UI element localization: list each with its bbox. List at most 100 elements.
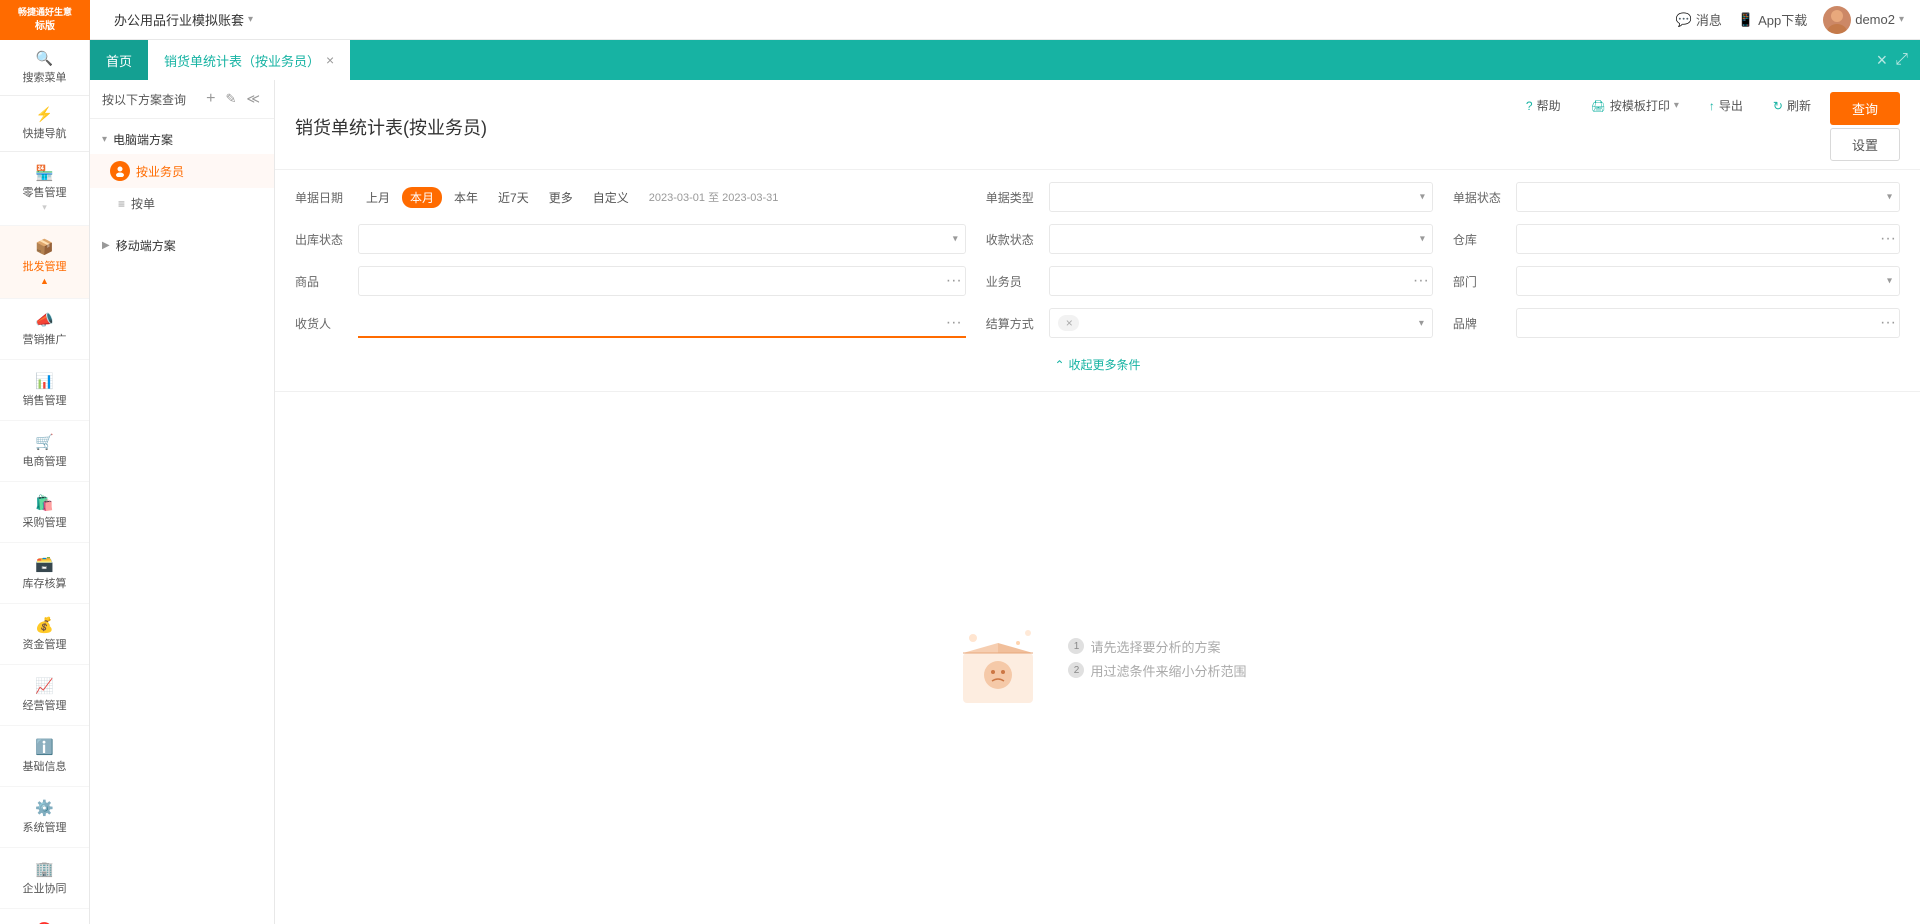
settings-button[interactable]: 设置 — [1830, 128, 1900, 161]
tip-badge-2: 2 — [1068, 662, 1084, 678]
basic-icon: ℹ️ — [35, 738, 54, 756]
staff-input[interactable] — [1049, 266, 1433, 296]
out-status-select[interactable] — [358, 224, 966, 254]
nav-wholesale[interactable]: 📦 批发管理 ▲ — [0, 226, 89, 299]
staff-dot-icon — [110, 161, 130, 181]
doc-status-select[interactable] — [1516, 182, 1900, 212]
date-prev-month[interactable]: 上月 — [358, 186, 398, 209]
filter-doc-type: 单据类型 ▾ — [986, 182, 1433, 212]
filter-date: 单据日期 上月 本月 本年 近7天 更多 自定义 — [295, 186, 966, 209]
scheme-actions: + ✎ ≪ — [204, 88, 262, 110]
date-custom[interactable]: 自定义 — [585, 186, 637, 209]
purchase-icon: 🛍️ — [35, 494, 54, 512]
date-tabs: 上月 本月 本年 近7天 更多 自定义 — [358, 186, 637, 209]
settle-select[interactable] — [1083, 309, 1415, 337]
help-icon: ? — [1526, 99, 1533, 113]
nav-inventory[interactable]: 🗃️ 库存核算 — [0, 543, 89, 604]
scheme-mobile-header[interactable]: ▶ 移动端方案 — [90, 231, 274, 260]
scheme-section-desktop: ▾ 电脑端方案 按业务员 ≡ 按单 — [90, 119, 274, 225]
help-btn[interactable]: ? 帮助 — [1517, 92, 1570, 119]
goods-dots-btn[interactable]: ··· — [946, 273, 962, 289]
empty-state: 1 请先选择要分析的方案 2 用过滤条件来缩小分析范围 — [275, 392, 1920, 924]
quick-nav-icon: ⚡ — [4, 106, 85, 123]
scheme-collapse-btn[interactable]: ≪ — [244, 89, 262, 109]
nav-quick-nav[interactable]: ⚡ 快捷导航 — [0, 96, 89, 152]
app-download-action[interactable]: 📱 App下载 — [1738, 10, 1807, 29]
nav-newbie[interactable]: 🎯 新手引导 — [0, 909, 89, 924]
tab-minimize-icon[interactable]: × — [1877, 50, 1888, 71]
order-icon: ≡ — [118, 197, 125, 211]
date-cur-month[interactable]: 本月 — [402, 187, 442, 208]
out-status-control: ▾ — [358, 224, 966, 254]
tab-home[interactable]: 首页 — [90, 40, 148, 80]
nav-enterprise[interactable]: 🏢 企业协同 — [0, 848, 89, 909]
collapse-icon: ⌃ — [1054, 358, 1064, 372]
filter-row-1: 单据日期 上月 本月 本年 近7天 更多 自定义 — [295, 182, 1900, 212]
nav-retail[interactable]: 🏪 零售管理 ▾ — [0, 152, 89, 226]
dept-select[interactable] — [1516, 266, 1900, 296]
scheme-add-btn[interactable]: + — [204, 88, 217, 110]
date-cur-year[interactable]: 本年 — [446, 186, 486, 209]
scheme-sidebar-header: 按以下方案查询 + ✎ ≪ — [90, 80, 274, 119]
receiver-input[interactable] — [358, 308, 966, 338]
chevron-down-icon: ▾ — [248, 14, 253, 25]
nav-marketing[interactable]: 📣 营销推广 — [0, 299, 89, 360]
brand-input[interactable] — [1516, 308, 1900, 338]
warehouse-dots-btn[interactable]: ··· — [1880, 231, 1896, 247]
inventory-icon: 🗃️ — [35, 555, 54, 573]
export-icon: ↑ — [1709, 99, 1715, 113]
tab-sales-stat[interactable]: 销货单统计表（按业务员） × — [148, 40, 350, 80]
nav-sales[interactable]: 📊 销售管理 — [0, 360, 89, 421]
tab-close-sales-stat[interactable]: × — [326, 52, 334, 68]
receiver-dots-btn[interactable]: ··· — [946, 315, 962, 331]
user-chevron-icon: ▾ — [1899, 14, 1904, 25]
refresh-btn[interactable]: ↻ 刷新 — [1764, 92, 1820, 119]
scheme-edit-btn[interactable]: ✎ — [223, 89, 238, 109]
brand-dots-btn[interactable]: ··· — [1880, 315, 1896, 331]
nav-finance[interactable]: 💰 资金管理 — [0, 604, 89, 665]
settle-tag-close[interactable]: × — [1066, 316, 1073, 330]
message-icon: 💬 — [1676, 12, 1692, 28]
payment-status-select[interactable] — [1049, 224, 1433, 254]
export-btn[interactable]: ↑ 导出 — [1700, 92, 1752, 119]
user-profile[interactable]: demo2 ▾ — [1823, 6, 1904, 34]
scheme-item-by-order[interactable]: ≡ 按单 — [90, 188, 274, 219]
staff-dots-btn[interactable]: ··· — [1413, 273, 1429, 289]
scheme-item-by-staff[interactable]: 按业务员 — [90, 154, 274, 188]
query-button[interactable]: 查询 — [1830, 92, 1900, 125]
operation-icon: 📈 — [35, 677, 54, 695]
print-btn[interactable]: 🖨 按模板打印 ▾ — [1582, 92, 1688, 119]
retail-icon: 🏪 — [35, 164, 54, 182]
finance-icon: 💰 — [35, 616, 54, 634]
header-left: 畅捷通好生意 标版 办公用品行业模拟账套 ▾ — [16, 0, 253, 40]
message-action[interactable]: 💬 消息 — [1676, 10, 1722, 29]
header-right: 💬 消息 📱 App下载 demo2 ▾ — [1676, 6, 1904, 34]
goods-control: ··· — [358, 266, 966, 296]
nav-basic[interactable]: ℹ️ 基础信息 — [0, 726, 89, 787]
collapse-more-btn[interactable]: ⌃ 收起更多条件 — [295, 350, 1900, 379]
doc-type-select[interactable] — [1049, 182, 1433, 212]
marketing-icon: 📣 — [35, 311, 54, 329]
date-last7days[interactable]: 近7天 — [490, 186, 537, 209]
scheme-desktop-header[interactable]: ▾ 电脑端方案 — [90, 125, 274, 154]
nav-operation[interactable]: 📈 经营管理 — [0, 665, 89, 726]
nav-system[interactable]: ⚙️ 系统管理 — [0, 787, 89, 848]
scheme-section-mobile: ▶ 移动端方案 — [90, 225, 274, 266]
date-range-control: 上月 本月 本年 近7天 更多 自定义 2023-03-01 至 2023-03… — [358, 186, 966, 209]
tab-expand-icon[interactable]: ⤢ — [1895, 51, 1908, 69]
goods-input[interactable] — [358, 266, 966, 296]
warehouse-input[interactable] — [1516, 224, 1900, 254]
app-selector[interactable]: 办公用品行业模拟账套 ▾ — [114, 10, 253, 29]
nav-ecommerce[interactable]: 🛒 电商管理 — [0, 421, 89, 482]
date-more[interactable]: 更多 — [541, 186, 581, 209]
nav-search-menu[interactable]: 🔍 搜索菜单 — [0, 40, 89, 96]
avatar — [1823, 6, 1851, 34]
staff-control: ··· — [1049, 266, 1433, 296]
desktop-arrow-icon: ▾ — [102, 134, 107, 145]
sales-icon: 📊 — [35, 372, 54, 390]
filter-payment-status: 收款状态 ▾ — [986, 224, 1433, 254]
refresh-icon: ↻ — [1773, 99, 1783, 113]
nav-purchase[interactable]: 🛍️ 采购管理 — [0, 482, 89, 543]
scheme-sidebar: 按以下方案查询 + ✎ ≪ ▾ 电脑端方案 — [90, 80, 275, 924]
wholesale-icon: 📦 — [35, 238, 54, 256]
